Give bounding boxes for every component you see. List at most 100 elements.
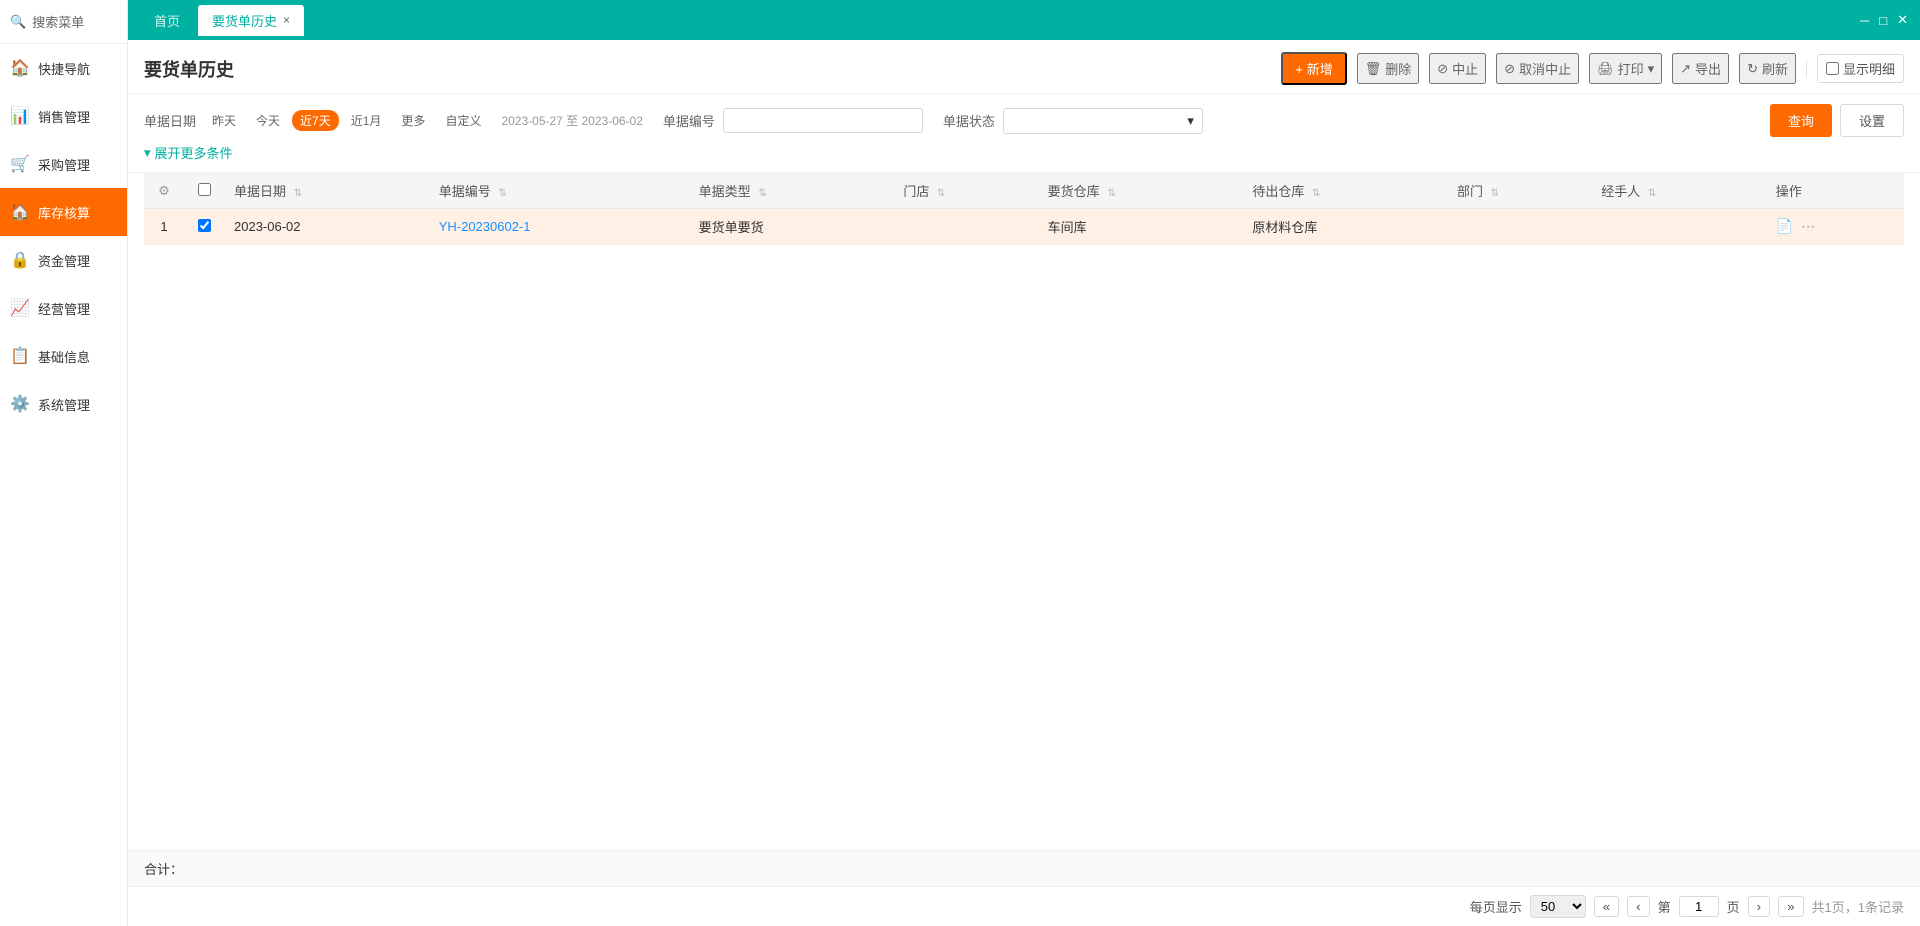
- suspend-button[interactable]: ⊘ 中止: [1429, 53, 1486, 84]
- sort-req-warehouse-icon[interactable]: ⇅: [1107, 188, 1115, 199]
- filter-status: 单据状态 ▾: [943, 108, 1203, 134]
- select-all-checkbox[interactable]: [198, 183, 211, 196]
- sidebar-item-label: 快捷导航: [38, 59, 90, 78]
- page-number-input[interactable]: [1679, 896, 1719, 917]
- date-shortcuts: 昨天 今天 近7天 近1月 更多 自定义: [204, 110, 489, 131]
- shortcut-1month[interactable]: 近1月: [343, 110, 390, 131]
- tab-close-icon[interactable]: ×: [283, 13, 290, 27]
- footer-total: 合计：: [144, 859, 1904, 878]
- prev-page-button[interactable]: ‹: [1627, 896, 1649, 917]
- sidebar-item-inventory[interactable]: 🏠 库存核算: [0, 188, 127, 236]
- row-checkbox-cell: [184, 209, 224, 245]
- filter-row-1: 单据日期 昨天 今天 近7天 近1月 更多 自定义 2023-05-27 至 2…: [144, 104, 1904, 137]
- sort-date-icon[interactable]: ⇅: [294, 188, 302, 199]
- sort-department-icon[interactable]: ⇅: [1491, 188, 1499, 199]
- table-row[interactable]: 1 2023-06-02 YH-20230602-1 要货单要货 车间库 原材料…: [144, 209, 1904, 245]
- toolbar-divider: [1806, 61, 1807, 77]
- row-checkbox[interactable]: [198, 219, 211, 232]
- sidebar: 🔍 搜索菜单 🏠 快捷导航 📊 销售管理 🛒 采购管理 🏠 库存核算 🔒 资金管…: [0, 0, 128, 926]
- doc-no-input[interactable]: [723, 108, 923, 133]
- total-info: 共1页，1条记录: [1812, 897, 1904, 916]
- export-icon: ↗: [1680, 61, 1691, 77]
- sort-doc-no-icon[interactable]: ⇅: [498, 188, 506, 199]
- first-page-button[interactable]: «: [1594, 896, 1619, 917]
- row-store: [893, 209, 1037, 245]
- row-pending-warehouse: 原材料仓库: [1242, 209, 1447, 245]
- print-button[interactable]: 🖨 打印 ▾: [1589, 53, 1662, 84]
- th-doc-type: 单据类型 ⇅: [689, 173, 894, 209]
- sidebar-item-finance[interactable]: 🔒 资金管理: [0, 236, 127, 284]
- tab-yaohuodan[interactable]: 要货单历史 ×: [198, 5, 304, 36]
- col-checkbox: [184, 173, 224, 209]
- last-page-button[interactable]: »: [1778, 896, 1803, 917]
- tab-home[interactable]: 首页: [140, 5, 194, 36]
- display-detail-button[interactable]: 显示明细: [1817, 54, 1904, 83]
- search-icon: 🔍: [10, 14, 26, 30]
- row-doc-no: YH-20230602-1: [429, 209, 689, 245]
- row-doc-type: 要货单要货: [689, 209, 894, 245]
- display-detail-checkbox[interactable]: [1826, 62, 1839, 75]
- settings-button[interactable]: 设置: [1840, 104, 1904, 137]
- cancel-suspend-button[interactable]: ⊘ 取消中止: [1496, 53, 1579, 84]
- system-icon: ⚙️: [10, 394, 30, 414]
- view-icon[interactable]: 📄: [1776, 218, 1793, 235]
- sidebar-item-quick-nav[interactable]: 🏠 快捷导航: [0, 44, 127, 92]
- th-store: 门店 ⇅: [893, 173, 1037, 209]
- th-operation: 操作: [1766, 173, 1904, 209]
- table-header-row: ⚙ 单据日期 ⇅ 单据编号 ⇅: [144, 173, 1904, 209]
- new-button[interactable]: + 新增: [1281, 52, 1346, 85]
- table-settings-icon[interactable]: ⚙: [158, 183, 170, 198]
- sidebar-item-label: 基础信息: [38, 347, 90, 366]
- sort-handler-icon[interactable]: ⇅: [1648, 188, 1656, 199]
- row-department: [1447, 209, 1591, 245]
- sidebar-item-system[interactable]: ⚙️ 系统管理: [0, 380, 127, 428]
- page-suffix: 页: [1727, 897, 1740, 916]
- export-button[interactable]: ↗ 导出: [1672, 53, 1729, 84]
- status-select[interactable]: ▾: [1003, 108, 1203, 134]
- print-icon: 🖨: [1597, 61, 1614, 77]
- expand-filter-button[interactable]: ▾ 展开更多条件: [144, 143, 1904, 162]
- toolbar: + 新增 🗑 删除 ⊘ 中止 ⊘ 取消中止 🖨 打印 ▾: [1281, 52, 1904, 85]
- sidebar-search[interactable]: 🔍 搜索菜单: [0, 0, 127, 44]
- minimize-button[interactable]: ─: [1860, 13, 1869, 28]
- refresh-icon: ↻: [1747, 61, 1758, 77]
- topnav-right: ─ □ ✕: [1860, 12, 1908, 28]
- home-icon: 🏠: [10, 58, 30, 78]
- row-req-warehouse: 车间库: [1038, 209, 1243, 245]
- shortcut-7days[interactable]: 近7天: [292, 110, 339, 131]
- doc-no-link[interactable]: YH-20230602-1: [439, 219, 531, 234]
- row-index: 1: [144, 209, 184, 245]
- delete-icon: 🗑: [1365, 61, 1382, 77]
- operation-icon: 📈: [10, 298, 30, 318]
- cancel-suspend-icon: ⊘: [1504, 61, 1515, 77]
- expand-icon: ▾: [144, 145, 151, 161]
- sidebar-item-purchase[interactable]: 🛒 采购管理: [0, 140, 127, 188]
- query-button[interactable]: 查询: [1770, 104, 1832, 137]
- maximize-button[interactable]: □: [1879, 13, 1887, 28]
- sidebar-item-operation[interactable]: 📈 经营管理: [0, 284, 127, 332]
- next-page-button[interactable]: ›: [1748, 896, 1770, 917]
- shortcut-more[interactable]: 更多: [393, 110, 433, 131]
- sort-doc-type-icon[interactable]: ⇅: [758, 188, 766, 199]
- sidebar-item-basic[interactable]: 📋 基础信息: [0, 332, 127, 380]
- delete-button[interactable]: 🗑 删除: [1357, 53, 1420, 84]
- sort-pending-warehouse-icon[interactable]: ⇅: [1312, 188, 1320, 199]
- filter-doc-no: 单据编号: [663, 108, 923, 133]
- tab-yaohuodan-label: 要货单历史: [212, 11, 277, 30]
- chart-icon: 📊: [10, 106, 30, 126]
- page-size-select[interactable]: 50 100 200: [1530, 895, 1586, 918]
- shortcut-custom[interactable]: 自定义: [437, 110, 489, 131]
- inventory-icon: 🏠: [10, 202, 30, 222]
- sidebar-item-sales[interactable]: 📊 销售管理: [0, 92, 127, 140]
- basic-icon: 📋: [10, 346, 30, 366]
- close-button[interactable]: ✕: [1897, 12, 1908, 28]
- sort-store-icon[interactable]: ⇅: [937, 188, 945, 199]
- sidebar-item-label: 销售管理: [38, 107, 90, 126]
- row-operation: 📄 ⋯: [1766, 209, 1904, 245]
- refresh-button[interactable]: ↻ 刷新: [1739, 53, 1796, 84]
- shortcut-today[interactable]: 今天: [248, 110, 288, 131]
- more-icon[interactable]: ⋯: [1801, 218, 1815, 235]
- page-size-label: 每页显示: [1470, 897, 1522, 916]
- shortcut-yesterday[interactable]: 昨天: [204, 110, 244, 131]
- suspend-icon: ⊘: [1437, 61, 1448, 77]
